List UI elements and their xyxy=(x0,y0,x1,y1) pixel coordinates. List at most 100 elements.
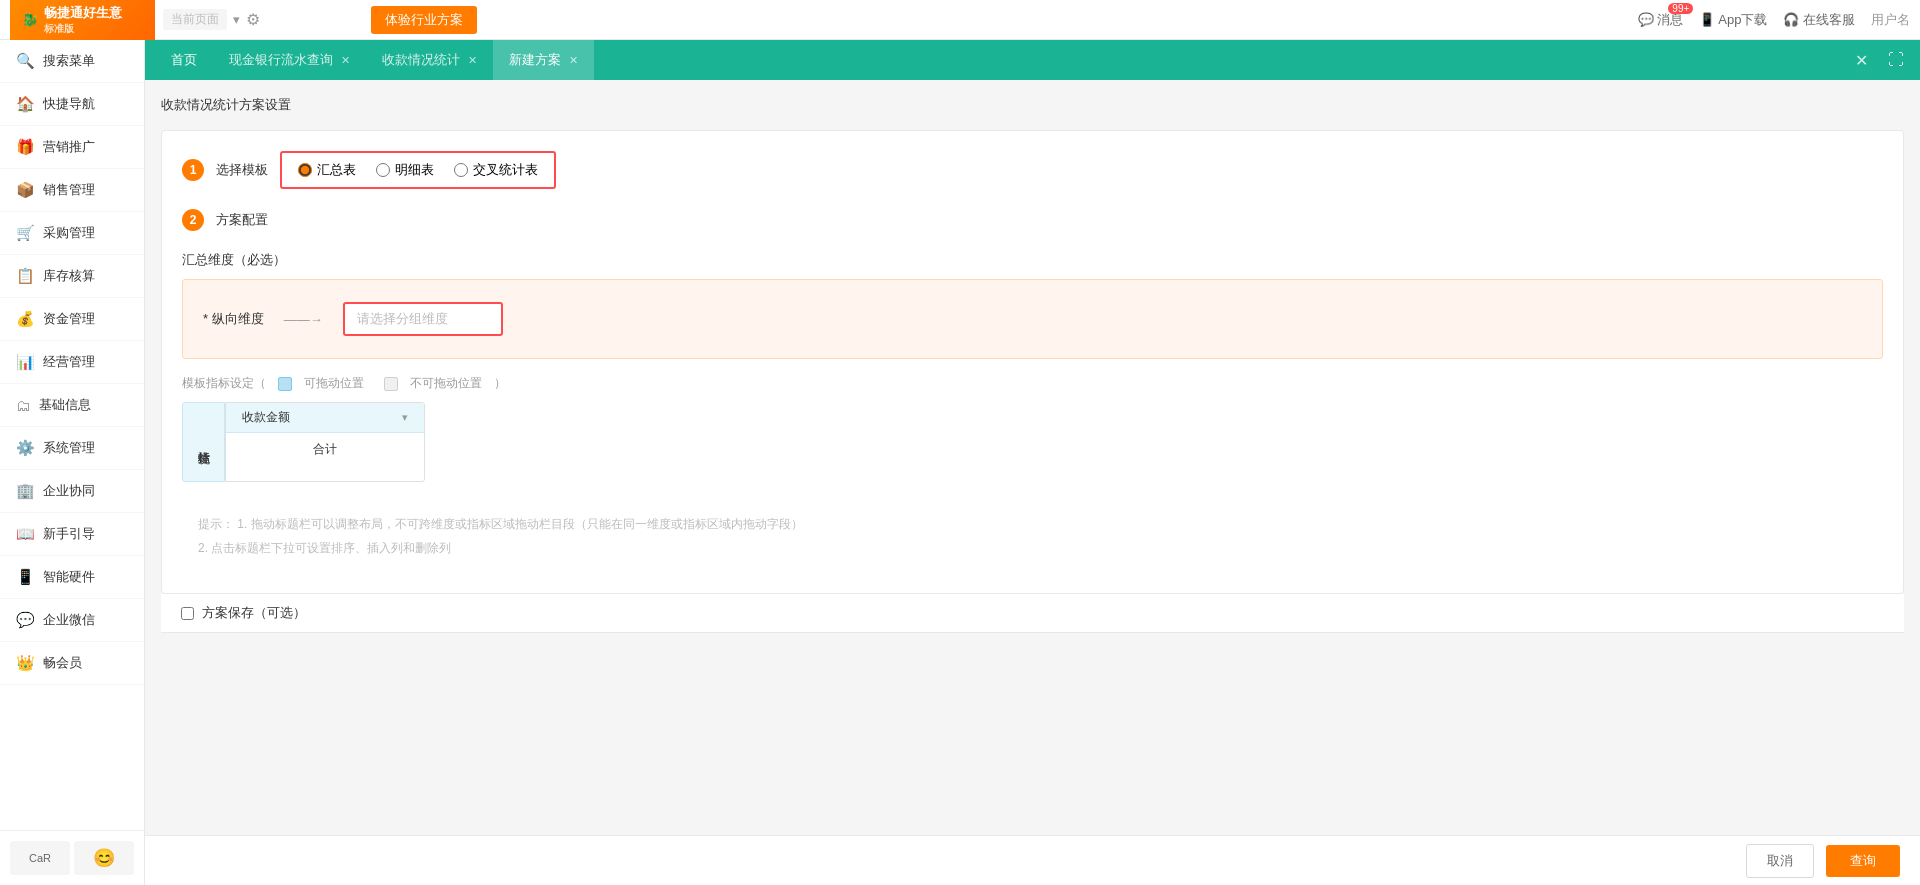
tab-collection-label: 收款情况统计 xyxy=(382,51,460,69)
sidebar: 🔍 搜索菜单 🏠 快捷导航 🎁 营销推广 📦 销售管理 🛒 采购管理 📋 库存核… xyxy=(0,40,145,885)
member-icon: 👑 xyxy=(16,654,35,672)
metrics-table-wrap: 统计指标 收款金额 ▾ 合计 xyxy=(182,402,1883,482)
metrics-table: 收款金额 ▾ 合计 xyxy=(225,402,425,482)
section-card: 1 选择模板 汇总表 明细表 xyxy=(161,130,1904,594)
current-page-title: 当前页面 xyxy=(163,9,227,30)
user-name[interactable]: 用户名 xyxy=(1871,11,1910,29)
tab-bar: 首页 现金银行流水查询 ✕ 收款情况统计 ✕ 新建方案 ✕ ✕ ⛶ xyxy=(145,40,1920,80)
radio-detail[interactable]: 明细表 xyxy=(376,161,434,179)
download-icon: 📱 xyxy=(1699,12,1715,27)
tab-expand-btn[interactable]: ⛶ xyxy=(1882,49,1910,72)
sidebar-item-label: 采购管理 xyxy=(43,224,95,242)
tab-newplan[interactable]: 新建方案 ✕ xyxy=(493,40,594,80)
radio-cross-input[interactable] xyxy=(454,163,468,177)
sidebar-item-sales[interactable]: 📦 销售管理 xyxy=(0,169,144,212)
inventory-icon: 📋 xyxy=(16,267,35,285)
sidebar-bottom-btn1[interactable]: CaR xyxy=(10,841,70,875)
sidebar-item-finance[interactable]: 💰 资金管理 xyxy=(0,298,144,341)
save-checkbox[interactable] xyxy=(181,607,194,620)
sidebar-item-operations[interactable]: 📊 经营管理 xyxy=(0,341,144,384)
query-button[interactable]: 查询 xyxy=(1826,845,1900,877)
notification-badge: 99+ xyxy=(1668,3,1693,14)
metrics-hint-row: 模板指标设定（ 可拖动位置 不可拖动位置 ） xyxy=(182,375,1883,392)
notification-area[interactable]: 💬 消息 99+ xyxy=(1638,11,1684,29)
tab-cashflow-label: 现金银行流水查询 xyxy=(229,51,333,69)
step2-section: 2 方案配置 汇总维度（必选） * 纵向维度 ——→ 请选择分组维度 xyxy=(182,209,1883,573)
sidebar-item-collab[interactable]: 🏢 企业协同 xyxy=(0,470,144,513)
sidebar-item-label: 企业微信 xyxy=(43,611,95,629)
radio-detail-label: 明细表 xyxy=(395,161,434,179)
cancel-button[interactable]: 取消 xyxy=(1746,844,1814,878)
sidebar-bottom: CaR 😊 xyxy=(0,830,144,885)
trial-button[interactable]: 体验行业方案 xyxy=(371,6,477,34)
sidebar-item-label: 资金管理 xyxy=(43,310,95,328)
dimension-title: 汇总维度（必选） xyxy=(182,251,1883,269)
tab-cashflow[interactable]: 现金银行流水查询 ✕ xyxy=(213,40,366,80)
sidebar-item-label: 营销推广 xyxy=(43,138,95,156)
sidebar-item-guide[interactable]: 📖 新手引导 xyxy=(0,513,144,556)
dimension-select[interactable]: 请选择分组维度 xyxy=(343,302,503,336)
tab-collection-close[interactable]: ✕ xyxy=(468,54,477,67)
tab-newplan-close[interactable]: ✕ xyxy=(569,54,578,67)
metrics-group-label: 统计指标 xyxy=(182,402,225,482)
sidebar-item-marketing[interactable]: 🎁 营销推广 xyxy=(0,126,144,169)
save-label[interactable]: 方案保存（可选） xyxy=(202,604,306,622)
sidebar-item-label: 快捷导航 xyxy=(43,95,95,113)
download-link[interactable]: 📱 App下载 xyxy=(1699,11,1767,29)
app-logo: 🐉 畅捷通好生意 标准版 xyxy=(10,0,155,40)
support-icon: 🎧 xyxy=(1783,12,1799,27)
radio-cross[interactable]: 交叉统计表 xyxy=(454,161,538,179)
tip2: 2. 点击标题栏下拉可设置排序、插入列和删除列 xyxy=(198,538,1867,560)
tab-bar-right: ✕ ⛶ xyxy=(1849,49,1910,72)
page-breadcrumb-area: 当前页面 ▾ ⚙ xyxy=(163,9,363,30)
sidebar-item-label: 智能硬件 xyxy=(43,568,95,586)
movable-dot xyxy=(278,377,292,391)
dimension-row: * 纵向维度 ——→ 请选择分组维度 xyxy=(203,302,503,336)
radio-summary-input[interactable] xyxy=(298,163,312,177)
tab-cashflow-close[interactable]: ✕ xyxy=(341,54,350,67)
sidebar-item-label: 企业协同 xyxy=(43,482,95,500)
sidebar-item-hardware[interactable]: 📱 智能硬件 xyxy=(0,556,144,599)
page-content: 收款情况统计方案设置 1 选择模板 汇总表 xyxy=(145,80,1920,835)
breadcrumb-arrow[interactable]: ▾ xyxy=(233,12,240,27)
tab-close-all-btn[interactable]: ✕ xyxy=(1849,49,1874,72)
gift-icon: 🎁 xyxy=(16,138,35,156)
sidebar-bottom-btn2[interactable]: 😊 xyxy=(74,841,134,875)
support-link[interactable]: 🎧 在线客服 xyxy=(1783,11,1855,29)
sidebar-item-purchase[interactable]: 🛒 采购管理 xyxy=(0,212,144,255)
radio-summary[interactable]: 汇总表 xyxy=(298,161,356,179)
main-content: 首页 现金银行流水查询 ✕ 收款情况统计 ✕ 新建方案 ✕ ✕ ⛶ 收款情况统计… xyxy=(145,40,1920,885)
top-bar-right: 💬 消息 99+ 📱 App下载 🎧 在线客服 用户名 xyxy=(1638,11,1910,29)
tab-home[interactable]: 首页 xyxy=(155,51,213,69)
sidebar-item-basic[interactable]: 🗂 基础信息 xyxy=(0,384,144,427)
sales-icon: 📦 xyxy=(16,181,35,199)
template-options: 汇总表 明细表 交叉统计表 xyxy=(280,151,556,189)
sidebar-item-search[interactable]: 🔍 搜索菜单 xyxy=(0,40,144,83)
hardware-icon: 📱 xyxy=(16,568,35,586)
logo-icon: 🐉 xyxy=(22,12,38,27)
col1-dropdown-icon[interactable]: ▾ xyxy=(402,411,408,424)
step2-row: 2 方案配置 xyxy=(182,209,1883,231)
sidebar-item-label: 经营管理 xyxy=(43,353,95,371)
basic-icon: 🗂 xyxy=(16,397,31,414)
sidebar-item-inventory[interactable]: 📋 库存核算 xyxy=(0,255,144,298)
sidebar-item-label: 销售管理 xyxy=(43,181,95,199)
sidebar-item-wechat[interactable]: 💬 企业微信 xyxy=(0,599,144,642)
movable-label: 可拖动位置 xyxy=(304,375,364,392)
page-header: 收款情况统计方案设置 xyxy=(161,96,1904,114)
sidebar-item-quicknav[interactable]: 🏠 快捷导航 xyxy=(0,83,144,126)
tab-collection[interactable]: 收款情况统计 ✕ xyxy=(366,40,493,80)
purchase-icon: 🛒 xyxy=(16,224,35,242)
step1-num: 1 xyxy=(182,159,204,181)
settings-icon[interactable]: ⚙ xyxy=(246,10,260,29)
radio-detail-input[interactable] xyxy=(376,163,390,177)
col1-row1: 合计 xyxy=(226,433,424,466)
sidebar-item-member[interactable]: 👑 畅会员 xyxy=(0,642,144,685)
guide-icon: 📖 xyxy=(16,525,35,543)
sidebar-item-system[interactable]: ⚙️ 系统管理 xyxy=(0,427,144,470)
radio-summary-label: 汇总表 xyxy=(317,161,356,179)
page-body: 收款情况统计方案设置 1 选择模板 汇总表 xyxy=(145,80,1920,885)
sidebar-item-label: 畅会员 xyxy=(43,654,82,672)
metrics-label: 模板指标设定（ xyxy=(182,375,266,392)
home-icon: 🏠 xyxy=(16,95,35,113)
